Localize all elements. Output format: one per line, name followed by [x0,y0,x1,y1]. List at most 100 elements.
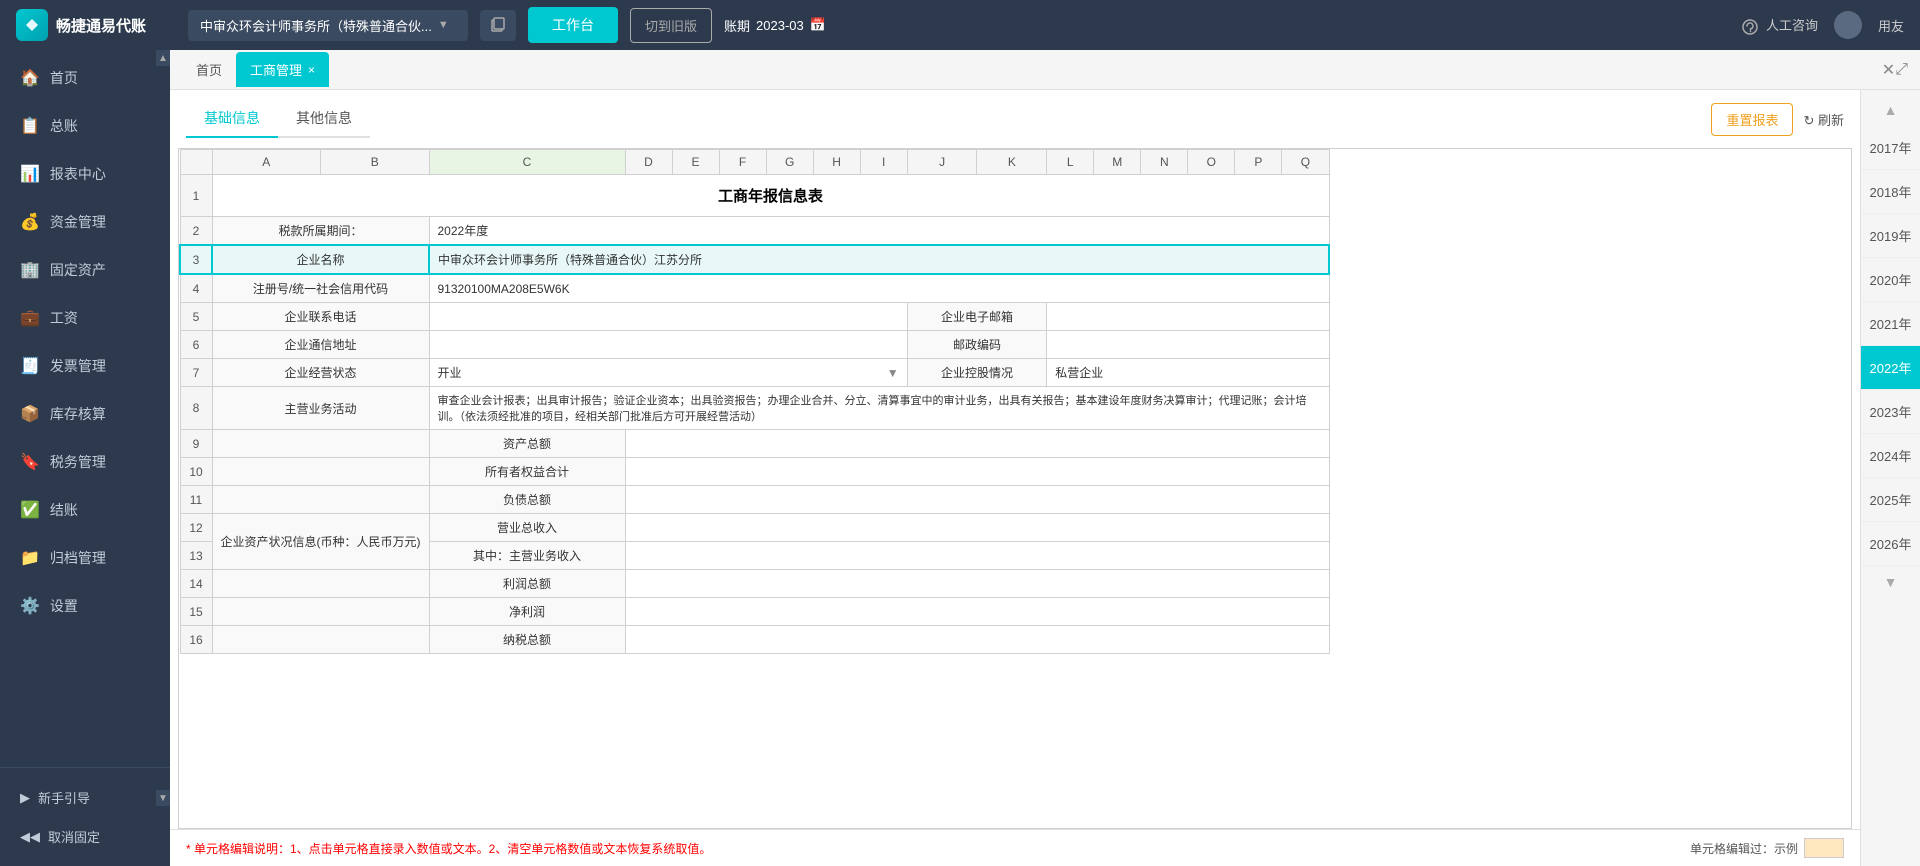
sub-tabs-bar: 基础信息 其他信息 重置报表 ↻ 刷新 [170,90,1860,138]
year-2026[interactable]: 2026年 [1861,522,1920,566]
form-area: 基础信息 其他信息 重置报表 ↻ 刷新 [170,90,1860,866]
new-guide-item[interactable]: ▶ 新手引导 [0,778,170,817]
sub-tab-other[interactable]: 其他信息 [278,100,370,138]
copy-button[interactable] [480,10,516,41]
user-area: 人工咨询 用友 [1742,11,1904,39]
year-2024[interactable]: 2024年 [1861,434,1920,478]
row-num-9: 9 [180,430,212,458]
year-2022[interactable]: 2022年 [1861,346,1920,390]
company-value-cell[interactable]: 中审众环会计师事务所（特殊普通合伙）江苏分所 [429,245,1329,274]
sidebar-scroll-down[interactable]: ▼ [156,790,170,806]
profit-value[interactable] [625,570,1329,598]
biz-status-value[interactable]: 开业▼ [429,359,907,387]
tax-total-label-cell [212,626,429,654]
top-header: 畅捷通易代账 中审众环会计师事务所（特殊普通合伙... ▼ 工作台 切到旧版 账… [0,0,1920,50]
calendar-icon[interactable]: 📅 [810,17,826,33]
year-2025[interactable]: 2025年 [1861,478,1920,522]
reg-value-cell[interactable]: 91320100MA208E5W6K [429,274,1329,303]
table-row: 16 纳税总额 [180,626,1329,654]
sidebar-item-assets[interactable]: 🏢 固定资产 [0,246,170,294]
year-scroll-up[interactable]: ▲ [1861,94,1920,126]
table-row: 7 企业经营状态 开业▼ 企业控股情况 私营企业 [180,359,1329,387]
row-num-2: 2 [180,217,212,246]
period-value-cell[interactable]: 2022年度 [429,217,1329,246]
sidebar-bottom: ▶ 新手引导 ◀◀ 取消固定 [0,767,170,866]
sidebar-item-closing[interactable]: ✅ 结账 [0,486,170,534]
table-row: 4 注册号/统一社会信用代码 91320100MA208E5W6K [180,274,1329,303]
company-selector[interactable]: 中审众环会计师事务所（特殊普通合伙... ▼ [188,10,468,41]
debt-value[interactable] [625,486,1329,514]
phone-value-cell[interactable] [429,303,907,331]
sub-tab-basic[interactable]: 基础信息 [186,100,278,138]
sidebar-item-home[interactable]: 🏠 首页 [0,54,170,102]
col-header-n: N [1141,150,1188,175]
sample-color-box [1804,838,1844,858]
year-2021[interactable]: 2021年 [1861,302,1920,346]
refresh-button[interactable]: ↻ 刷新 [1803,103,1844,136]
expand-button[interactable]: ⤢ [1895,61,1908,79]
sidebar-label-payroll: 工资 [50,308,78,328]
year-2020[interactable]: 2020年 [1861,258,1920,302]
scroll-left-btn[interactable]: ◀ [182,829,196,830]
old-version-button[interactable]: 切到旧版 [630,8,712,43]
main-revenue-value[interactable] [625,542,1329,570]
col-header-e: E [672,150,719,175]
main-revenue-label: 其中：主营业务收入 [429,542,625,570]
asset-total-value[interactable] [625,430,1329,458]
sidebar-item-archive[interactable]: 📁 归档管理 [0,534,170,582]
year-2018[interactable]: 2018年 [1861,170,1920,214]
revenue-value[interactable] [625,514,1329,542]
asset-amount-label: 资产总额 [429,430,625,458]
tab-close-icon[interactable]: × [308,63,315,77]
sidebar-item-tax[interactable]: 🔖 税务管理 [0,438,170,486]
sidebar-item-payroll[interactable]: 💼 工资 [0,294,170,342]
invoice-icon: 🧾 [20,356,40,376]
spreadsheet[interactable]: A B C D E F G H I J [178,148,1852,829]
profit-label-cell [212,570,429,598]
close-window-button[interactable]: ✕ [1882,60,1895,80]
sidebar-scroll-up[interactable]: ▲ [156,50,170,66]
assets-icon: 🏢 [20,260,40,280]
sidebar-item-finance[interactable]: 💰 资金管理 [0,198,170,246]
human-consult[interactable]: 人工咨询 [1742,15,1818,35]
user-name: 用友 [1878,16,1904,35]
sub-tab-group: 基础信息 其他信息 [186,100,370,138]
payroll-icon: 💼 [20,308,40,328]
sidebar-label-assets: 固定资产 [50,260,106,280]
sidebar-item-inventory[interactable]: 📦 库存核算 [0,390,170,438]
year-scroll-down[interactable]: ▼ [1861,566,1920,598]
workbench-button[interactable]: 工作台 [528,7,618,43]
postal-value-cell[interactable] [1047,331,1329,359]
phone-label-cell: 企业联系电话 [212,303,429,331]
equity-value[interactable] [625,458,1329,486]
main-biz-value[interactable]: 审查企业会计报表；出具审计报告；验证企业资本；出具验资报告；办理企业合并、分立、… [429,387,1329,430]
sidebar-item-reports[interactable]: 📊 报表中心 [0,150,170,198]
col-header-f: F [719,150,766,175]
row-num-13: 13 [180,542,212,570]
inventory-icon: 📦 [20,404,40,424]
tab-gongshang[interactable]: 工商管理 × [236,52,329,87]
biz-status-label: 企业经营状态 [212,359,429,387]
sidebar-item-invoice[interactable]: 🧾 发票管理 [0,342,170,390]
addr-value-cell[interactable] [429,331,907,359]
year-2017[interactable]: 2017年 [1861,126,1920,170]
tab-home[interactable]: 首页 [182,52,236,87]
closing-icon: ✅ [20,500,40,520]
sidebar-label-reports: 报表中心 [50,164,106,184]
sidebar-item-settings[interactable]: ⚙️ 设置 [0,582,170,630]
email-value-cell[interactable] [1047,303,1329,331]
table-row: 12 企业资产状况信息(币种：人民币万元) 营业总收入 [180,514,1329,542]
year-2023[interactable]: 2023年 [1861,390,1920,434]
sidebar-item-ledger[interactable]: 📋 总账 [0,102,170,150]
new-guide-icon: ▶ [20,790,30,806]
reset-report-button[interactable]: 重置报表 [1711,103,1793,136]
scroll-right-btn[interactable]: ▶ [1834,829,1848,830]
net-profit-value[interactable] [625,598,1329,626]
year-2019[interactable]: 2019年 [1861,214,1920,258]
sidebar-label-invoice: 发票管理 [50,356,106,376]
tax-total-value[interactable] [625,626,1329,654]
unpin-item[interactable]: ◀◀ 取消固定 [0,817,170,856]
col-header-a: A [212,150,320,175]
holding-value[interactable]: 私营企业 [1047,359,1329,387]
row-num-14: 14 [180,570,212,598]
